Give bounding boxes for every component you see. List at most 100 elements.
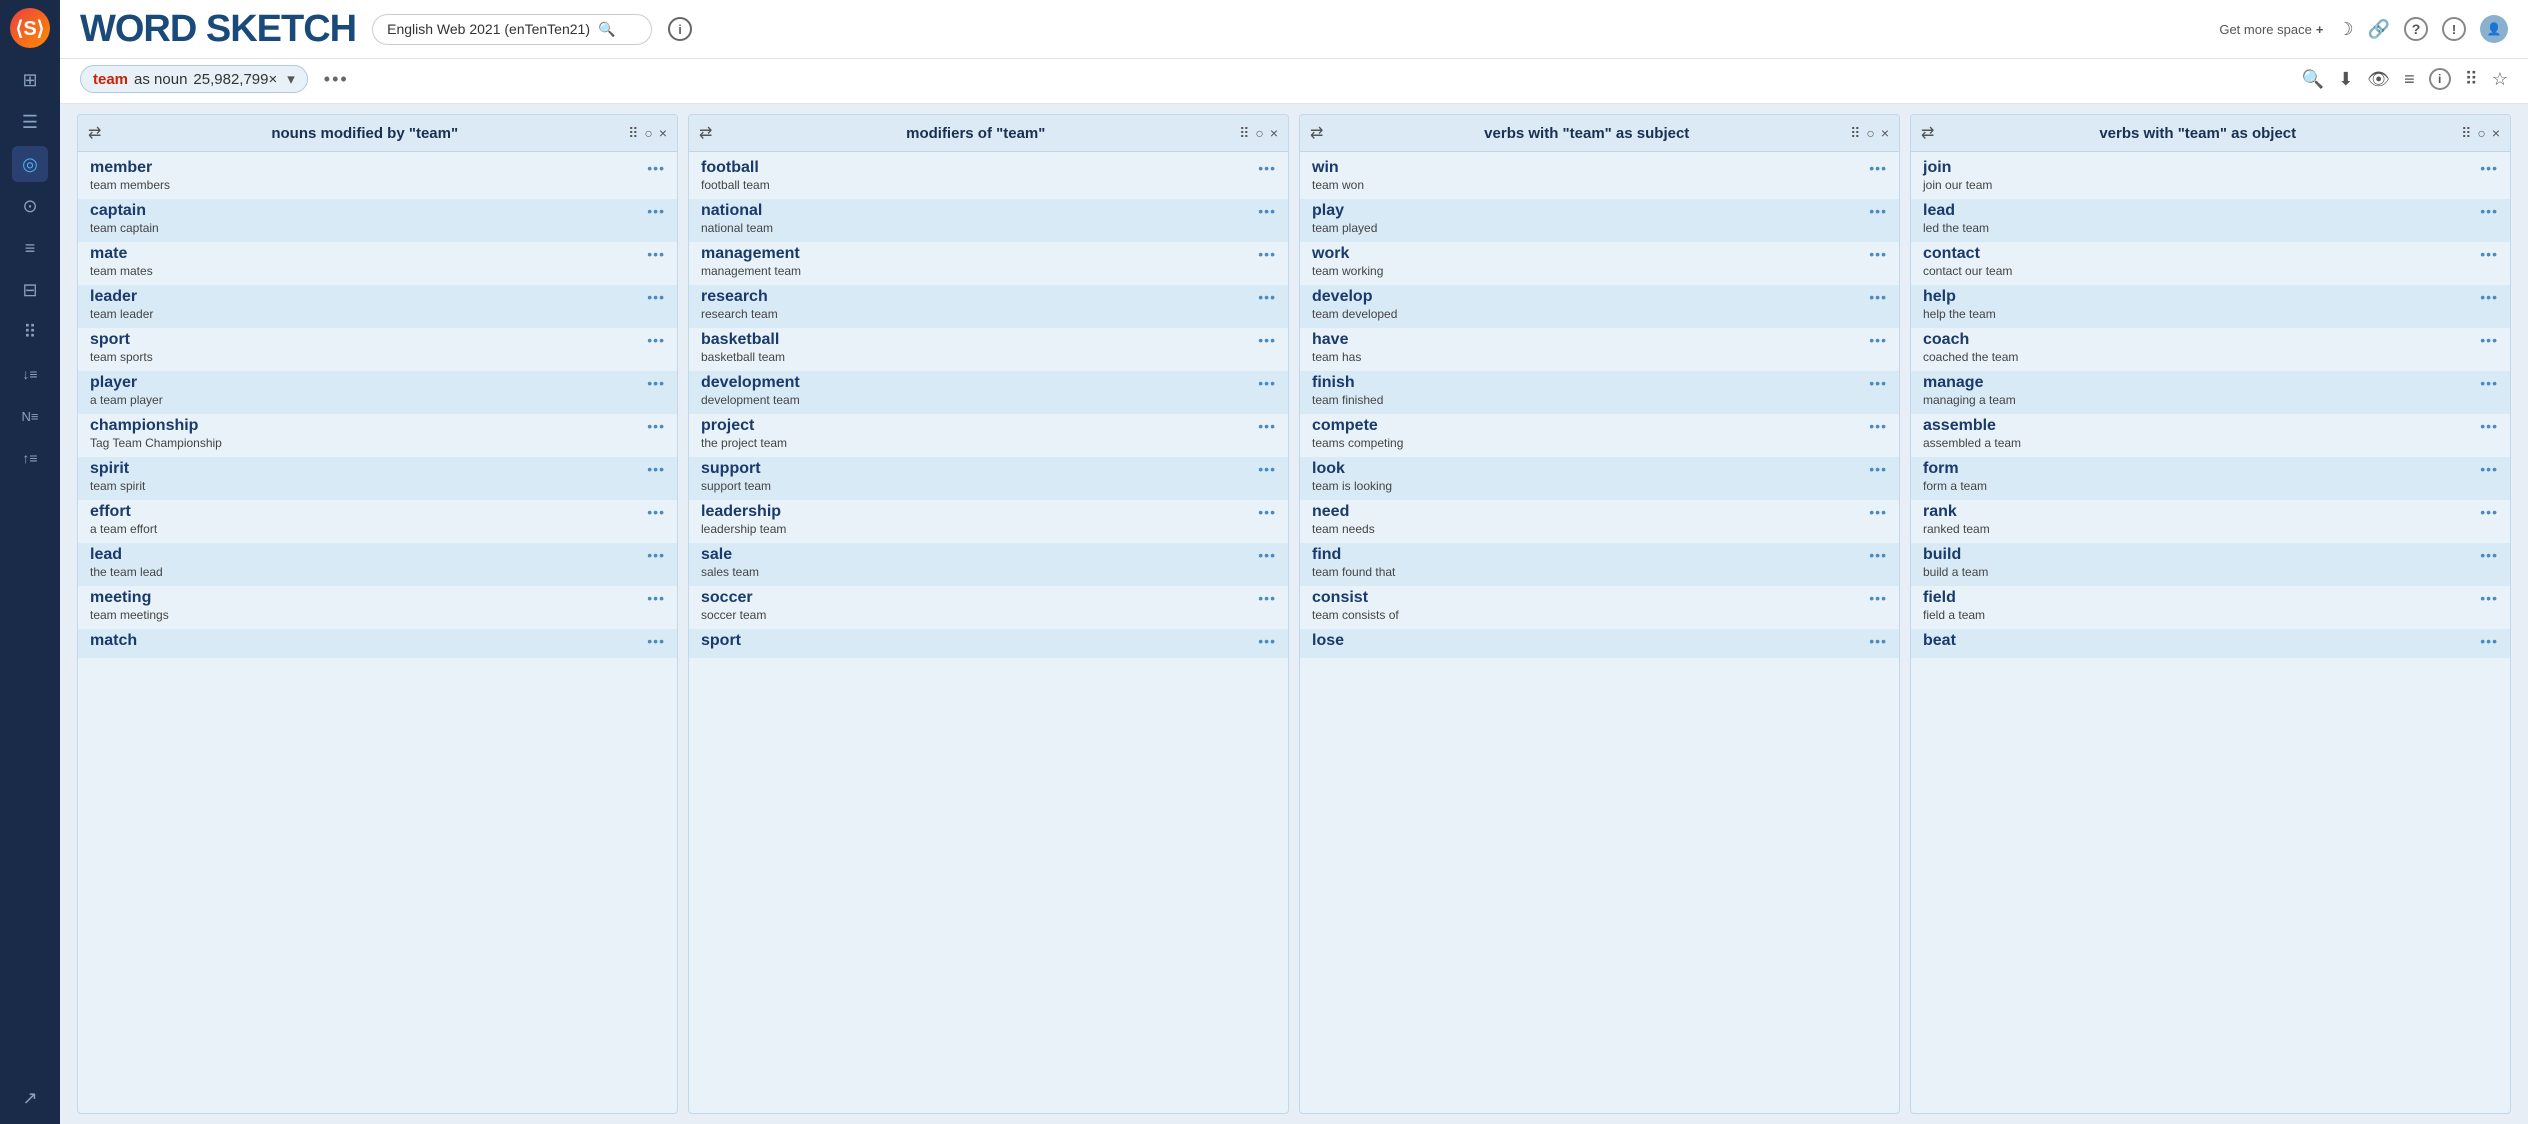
item-menu[interactable]: •••	[1869, 332, 1887, 348]
item-menu[interactable]: •••	[1258, 504, 1276, 520]
sidebar-item-list[interactable]: ☰	[12, 104, 48, 140]
search-icon[interactable]: 🔍	[598, 21, 615, 38]
dark-mode-icon[interactable]: ☽	[2337, 19, 2353, 40]
item-menu[interactable]: •••	[2480, 461, 2498, 477]
item-menu[interactable]: •••	[1258, 246, 1276, 262]
item-word[interactable]: management	[701, 245, 800, 263]
item-menu[interactable]: •••	[1869, 633, 1887, 649]
item-word[interactable]: project	[701, 417, 754, 435]
swap-icon-2[interactable]: ⇄	[699, 123, 712, 143]
item-word[interactable]: field	[1923, 589, 1956, 607]
panel-search-icon-2[interactable]: ○	[1255, 125, 1263, 141]
item-menu[interactable]: •••	[1258, 547, 1276, 563]
item-word[interactable]: assemble	[1923, 417, 1996, 435]
panel-search-icon-1[interactable]: ○	[644, 125, 652, 141]
item-menu[interactable]: •••	[647, 203, 665, 219]
item-menu[interactable]: •••	[1258, 289, 1276, 305]
item-word[interactable]: research	[701, 288, 768, 306]
item-menu[interactable]: •••	[647, 375, 665, 391]
item-word[interactable]: soccer	[701, 589, 753, 607]
sidebar-item-wordlist[interactable]: N≡	[12, 398, 48, 434]
item-menu[interactable]: •••	[647, 246, 665, 262]
item-menu[interactable]: •••	[1258, 375, 1276, 391]
item-word[interactable]: rank	[1923, 503, 1957, 521]
item-menu[interactable]: •••	[2480, 418, 2498, 434]
info-icon[interactable]: i	[2429, 68, 2451, 90]
panel-close-icon-4[interactable]: ×	[2492, 125, 2500, 141]
item-word[interactable]: support	[701, 460, 761, 478]
get-more-space-button[interactable]: Get more space +	[2219, 22, 2323, 37]
sidebar-item-concordance[interactable]: ◎	[12, 146, 48, 182]
item-menu[interactable]: •••	[1869, 375, 1887, 391]
item-word[interactable]: work	[1312, 245, 1349, 263]
panel-grid-icon-4[interactable]: ⠿	[2461, 125, 2471, 142]
item-menu[interactable]: •••	[1869, 461, 1887, 477]
item-word[interactable]: effort	[90, 503, 131, 521]
item-menu[interactable]: •••	[647, 504, 665, 520]
item-menu[interactable]: •••	[647, 547, 665, 563]
item-word[interactable]: championship	[90, 417, 198, 435]
item-menu[interactable]: •••	[2480, 633, 2498, 649]
sidebar-item-trends[interactable]: ↗	[12, 1080, 48, 1116]
download-icon[interactable]: ⬇	[2338, 69, 2353, 90]
item-menu[interactable]: •••	[1258, 461, 1276, 477]
item-word[interactable]: basketball	[701, 331, 779, 349]
item-word[interactable]: meeting	[90, 589, 151, 607]
item-word[interactable]: play	[1312, 202, 1344, 220]
corpus-info-icon[interactable]: i	[668, 17, 692, 41]
item-menu[interactable]: •••	[1869, 547, 1887, 563]
word-badge[interactable]: team as noun 25,982,799× ▾	[80, 65, 308, 93]
sidebar-item-collocations[interactable]: ⊟	[12, 272, 48, 308]
item-word[interactable]: match	[90, 632, 137, 650]
panel-close-icon-1[interactable]: ×	[659, 125, 667, 141]
item-word[interactable]: have	[1312, 331, 1348, 349]
item-word[interactable]: captain	[90, 202, 146, 220]
panel-grid-icon-2[interactable]: ⠿	[1239, 125, 1249, 142]
notifications-icon[interactable]: !	[2442, 17, 2466, 41]
item-word[interactable]: finish	[1312, 374, 1355, 392]
item-menu[interactable]: •••	[2480, 590, 2498, 606]
item-word[interactable]: lose	[1312, 632, 1344, 650]
item-word[interactable]: look	[1312, 460, 1345, 478]
item-word[interactable]: spirit	[90, 460, 129, 478]
item-menu[interactable]: •••	[2480, 547, 2498, 563]
item-word[interactable]: lead	[90, 546, 122, 564]
item-word[interactable]: manage	[1923, 374, 1983, 392]
bookmark-icon[interactable]: ☆	[2492, 69, 2508, 90]
corpus-search[interactable]: English Web 2021 (enTenTen21) 🔍	[372, 14, 652, 45]
item-menu[interactable]: •••	[1869, 504, 1887, 520]
item-menu[interactable]: •••	[647, 590, 665, 606]
item-menu[interactable]: •••	[647, 461, 665, 477]
item-word[interactable]: development	[701, 374, 800, 392]
more-options-button[interactable]: •••	[324, 69, 349, 90]
swap-icon-3[interactable]: ⇄	[1310, 123, 1323, 143]
item-word[interactable]: join	[1923, 159, 1951, 177]
item-word[interactable]: beat	[1923, 632, 1956, 650]
item-menu[interactable]: •••	[2480, 203, 2498, 219]
item-word[interactable]: sport	[90, 331, 130, 349]
item-menu[interactable]: •••	[647, 332, 665, 348]
item-word[interactable]: build	[1923, 546, 1961, 564]
sidebar-item-ngrams[interactable]: ⠿	[12, 314, 48, 350]
item-word[interactable]: help	[1923, 288, 1956, 306]
item-menu[interactable]: •••	[647, 418, 665, 434]
sidebar-item-frequency[interactable]: ↓≡	[12, 356, 48, 392]
swap-icon-1[interactable]: ⇄	[88, 123, 101, 143]
item-word[interactable]: national	[701, 202, 762, 220]
item-word[interactable]: contact	[1923, 245, 1980, 263]
item-word[interactable]: player	[90, 374, 137, 392]
item-word[interactable]: form	[1923, 460, 1959, 478]
item-menu[interactable]: •••	[2480, 332, 2498, 348]
item-menu[interactable]: •••	[647, 160, 665, 176]
item-menu[interactable]: •••	[1869, 160, 1887, 176]
sidebar-item-thesaurus[interactable]: ≡	[12, 230, 48, 266]
item-menu[interactable]: •••	[1869, 203, 1887, 219]
link-icon[interactable]: 🔗	[2368, 19, 2390, 40]
item-menu[interactable]: •••	[1258, 418, 1276, 434]
item-menu[interactable]: •••	[1258, 332, 1276, 348]
item-word[interactable]: compete	[1312, 417, 1378, 435]
item-word[interactable]: football	[701, 159, 759, 177]
sidebar-item-wordsketch[interactable]: ⊙	[12, 188, 48, 224]
panel-close-icon-3[interactable]: ×	[1881, 125, 1889, 141]
item-menu[interactable]: •••	[1869, 289, 1887, 305]
